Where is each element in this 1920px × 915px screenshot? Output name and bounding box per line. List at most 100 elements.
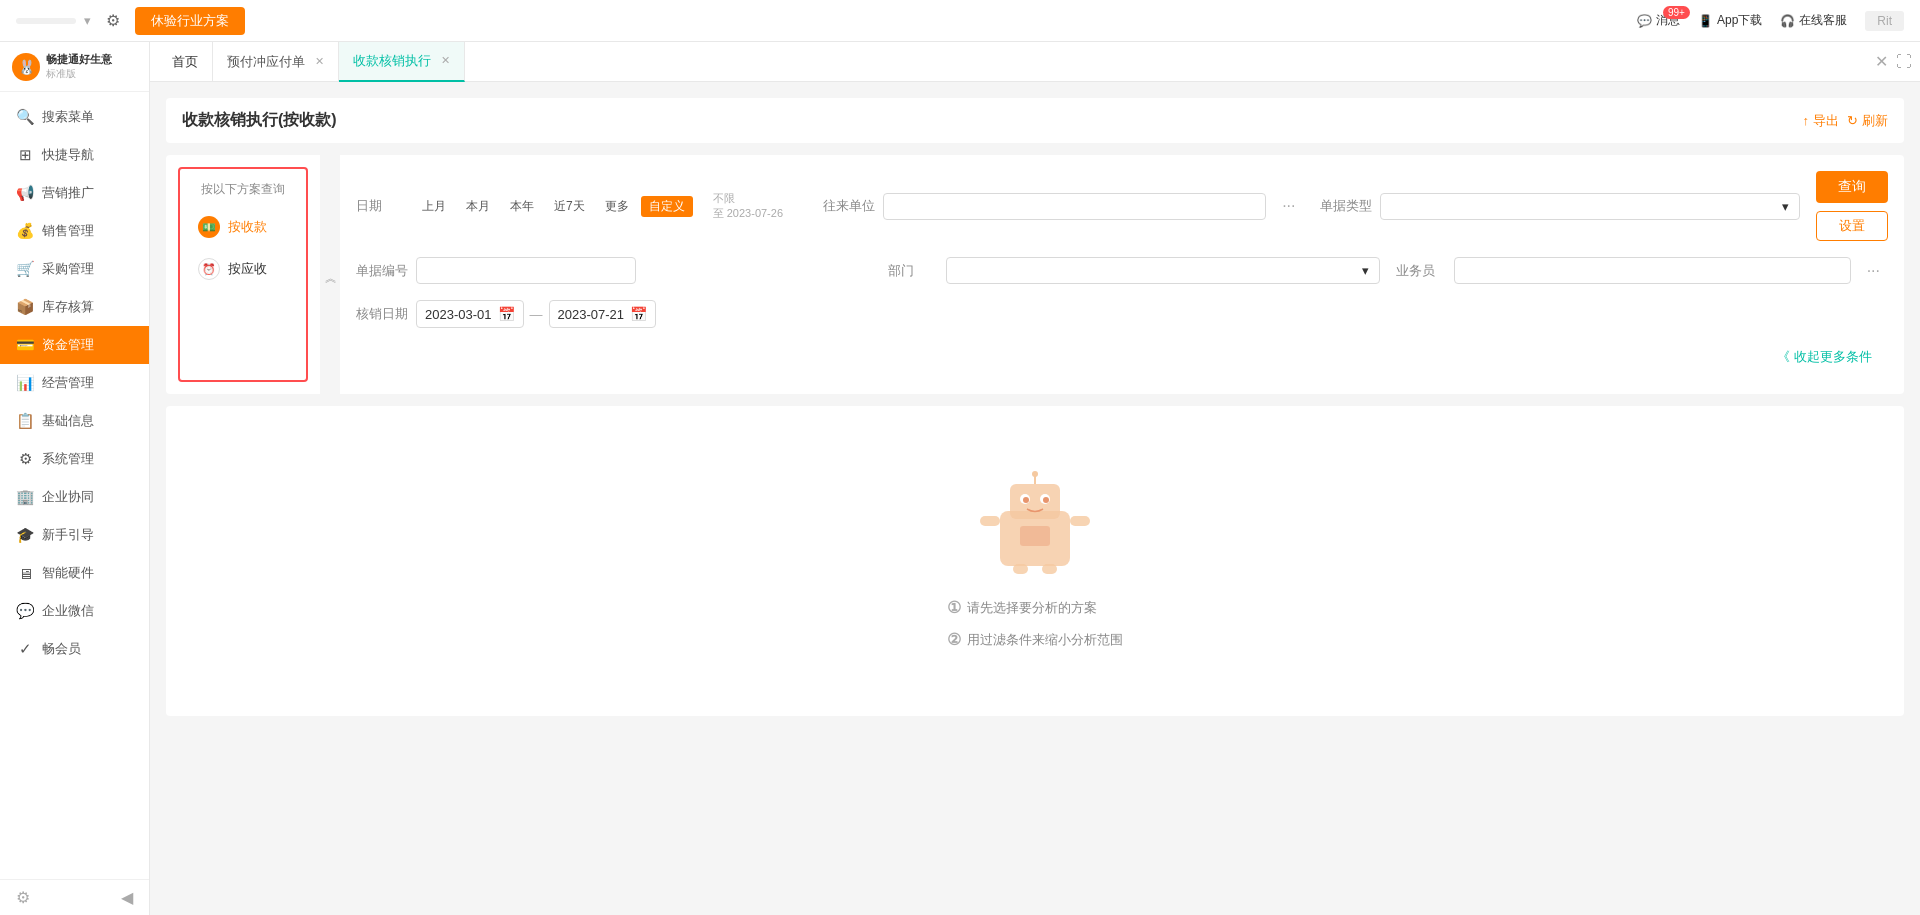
export-button[interactable]: ↑ 导出	[1803, 112, 1840, 130]
sidebar-item-sales[interactable]: 💰 销售管理	[0, 212, 149, 250]
sidebar-item-label: 采购管理	[42, 260, 94, 278]
sidebar-item-label: 基础信息	[42, 412, 94, 430]
gear-icon[interactable]: ⚙	[99, 7, 127, 35]
app-icon: 📱	[1698, 14, 1713, 28]
member-icon: ✓	[16, 640, 34, 658]
tab-home-label: 首页	[172, 53, 198, 71]
filter-row-1: 日期 上月 本月 本年 近7天 更多 自定义 不限	[356, 171, 1888, 241]
header-dropdown-icon[interactable]: ▾	[84, 13, 91, 28]
sidebar-bottom: ⚙ ◀	[0, 879, 149, 915]
counterparty-field: 往来单位 ···	[823, 193, 1304, 220]
verification-date-label: 核销日期	[356, 305, 408, 323]
date-btn-last-month[interactable]: 上月	[414, 196, 454, 217]
sidebar-item-enterprise[interactable]: 🏢 企业协同	[0, 478, 149, 516]
finance-icon: 💳	[16, 336, 34, 354]
sidebar-nav: 🔍 搜索菜单 ⊞ 快捷导航 📢 营销推广 💰 销售管理 🛒 采购管理 📦	[0, 92, 149, 879]
export-label: 导出	[1813, 112, 1839, 130]
sidebar-item-label: 库存核算	[42, 298, 94, 316]
sidebar-item-member[interactable]: ✓ 畅会员	[0, 630, 149, 668]
svg-rect-11	[1042, 564, 1057, 574]
staff-label: 业务员	[1396, 262, 1446, 280]
filter-panel: 按以下方案查询 💵 按收款 ⏰ 按应收 《	[166, 155, 1904, 394]
tab-prepay-close[interactable]: ✕	[315, 55, 324, 68]
verification-date-start-input[interactable]: 2023-03-01 📅	[416, 300, 524, 328]
date-btn-custom[interactable]: 自定义	[641, 196, 693, 217]
staff-field: 业务员 ···	[1396, 257, 1888, 284]
dept-chevron-down-icon: ▾	[1362, 263, 1369, 278]
sidebar-item-inventory[interactable]: 📦 库存核算	[0, 288, 149, 326]
tab-bar: 首页 预付冲应付单 ✕ 收款核销执行 ✕ ✕ ⛶	[150, 42, 1920, 82]
sidebar-item-purchase[interactable]: 🛒 采购管理	[0, 250, 149, 288]
tab-home[interactable]: 首页	[158, 42, 213, 82]
app-download-btn[interactable]: 📱 App下载	[1698, 12, 1762, 29]
svg-rect-8	[980, 516, 1000, 526]
empty-hints: ① 请先选择要分析的方案 ② 用过滤条件来缩小分析范围	[947, 592, 1123, 656]
query-type-receipt[interactable]: 💵 按收款	[188, 208, 298, 246]
system-icon: ⚙	[16, 450, 34, 468]
date-btn-this-year[interactable]: 本年	[502, 196, 542, 217]
doc-number-input[interactable]	[416, 257, 636, 284]
empty-svg-illustration	[975, 466, 1095, 576]
staff-dots-icon[interactable]: ···	[1859, 262, 1888, 280]
counterparty-dots-icon[interactable]: ···	[1274, 197, 1303, 215]
collapse-more-button[interactable]: 《 收起更多条件	[1777, 348, 1872, 366]
empty-state: ① 请先选择要分析的方案 ② 用过滤条件来缩小分析范围	[166, 406, 1904, 716]
counterparty-label: 往来单位	[823, 197, 875, 215]
tab-receivable[interactable]: 收款核销执行 ✕	[339, 42, 465, 82]
online-service-btn[interactable]: 🎧 在线客服	[1780, 12, 1847, 29]
counterparty-input[interactable]	[883, 193, 1266, 220]
collapse-more-area: 《 收起更多条件	[356, 344, 1888, 378]
sidebar-item-hardware[interactable]: 🖥 智能硬件	[0, 554, 149, 592]
query-button[interactable]: 查询	[1816, 171, 1888, 203]
enterprise-icon: 🏢	[16, 488, 34, 506]
sidebar-item-operation[interactable]: 📊 经营管理	[0, 364, 149, 402]
logo-version: 标准版	[46, 67, 112, 81]
search-icon: 🔍	[16, 108, 34, 126]
collapse-panel-btn[interactable]: 《	[320, 155, 340, 394]
sidebar-item-quick-nav[interactable]: ⊞ 快捷导航	[0, 136, 149, 174]
settings-button[interactable]: 设置	[1816, 211, 1888, 241]
filter-actions: 查询 设置	[1816, 171, 1888, 241]
page-title: 收款核销执行(按收款)	[182, 110, 337, 131]
tab-receivable-close[interactable]: ✕	[441, 54, 450, 67]
doc-type-select[interactable]: ▾	[1380, 193, 1801, 220]
tab-prepay[interactable]: 预付冲应付单 ✕	[213, 42, 339, 82]
doc-type-label: 单据类型	[1320, 197, 1372, 215]
refresh-label: 刷新	[1862, 112, 1888, 130]
date-btn-last7[interactable]: 近7天	[546, 196, 593, 217]
sidebar-item-guide[interactable]: 🎓 新手引导	[0, 516, 149, 554]
message-badge: 99+	[1663, 6, 1690, 19]
staff-input[interactable]	[1454, 257, 1851, 284]
logo-area: 🐰 畅捷通好生意 标准版	[0, 42, 149, 92]
query-type-receivable[interactable]: ⏰ 按应收	[188, 250, 298, 288]
sidebar-item-marketing[interactable]: 📢 营销推广	[0, 174, 149, 212]
dept-select[interactable]: ▾	[946, 257, 1380, 284]
date-start-value: 2023-03-01	[425, 307, 492, 322]
message-icon: 💬	[1637, 14, 1652, 28]
industry-btn[interactable]: 休验行业方案	[135, 7, 245, 35]
sidebar-settings-icon[interactable]: ⚙	[16, 888, 30, 907]
refresh-button[interactable]: ↻ 刷新	[1847, 112, 1888, 130]
date-btn-this-month[interactable]: 本月	[458, 196, 498, 217]
sidebar-item-system[interactable]: ⚙ 系统管理	[0, 440, 149, 478]
sidebar-item-search[interactable]: 🔍 搜索菜单	[0, 98, 149, 136]
date-btn-more[interactable]: 更多	[597, 196, 637, 217]
sidebar-item-wechat[interactable]: 💬 企业微信	[0, 592, 149, 630]
svg-rect-1	[1010, 484, 1060, 519]
sidebar-item-finance[interactable]: 💳 资金管理	[0, 326, 149, 364]
user-info[interactable]: Rit	[1865, 11, 1904, 31]
message-btn[interactable]: 💬 消息 99+	[1637, 12, 1680, 29]
dept-field: 部门 ▾	[888, 257, 1380, 284]
sidebar-item-label: 系统管理	[42, 450, 94, 468]
collapse-chevron-up-icon: 《	[1777, 348, 1790, 366]
query-type-title: 按以下方案查询	[188, 181, 298, 198]
basic-info-icon: 📋	[16, 412, 34, 430]
tab-close-all-icon[interactable]: ✕	[1875, 52, 1888, 71]
verification-date-end-input[interactable]: 2023-07-21 📅	[549, 300, 657, 328]
sidebar-item-basic-info[interactable]: 📋 基础信息	[0, 402, 149, 440]
receivable-icon: ⏰	[198, 258, 220, 280]
sidebar-collapse-icon[interactable]: ◀	[121, 888, 133, 907]
hardware-icon: 🖥	[16, 565, 34, 582]
date-range-divider: —	[530, 307, 543, 322]
tab-expand-icon[interactable]: ⛶	[1896, 53, 1912, 71]
